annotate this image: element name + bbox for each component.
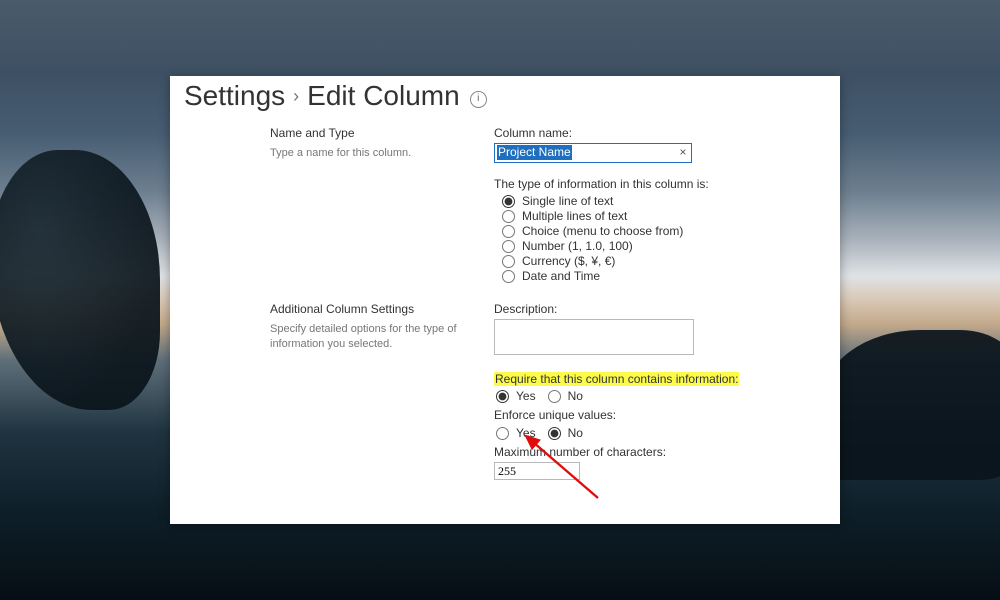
section-additional-settings: Additional Column Settings Specify detai… — [270, 302, 470, 480]
column-type-option[interactable]: Single line of text — [502, 194, 822, 208]
max-chars-input[interactable] — [494, 462, 580, 480]
clear-input-icon[interactable]: × — [676, 145, 690, 159]
info-icon[interactable]: i — [470, 91, 487, 108]
max-chars-label: Maximum number of characters: — [494, 445, 822, 459]
enforce-unique-label: Enforce unique values: — [494, 408, 822, 422]
column-type-option[interactable]: Number (1, 1.0, 100) — [502, 239, 822, 253]
page-title: Edit Column — [307, 82, 460, 110]
radio-label: Yes — [516, 389, 536, 403]
desktop-wallpaper: Settings › Edit Column i Name and Type T… — [0, 0, 1000, 600]
wallpaper-shape — [0, 150, 160, 410]
radio-label: Date and Time — [522, 269, 600, 283]
description-label: Description: — [494, 302, 822, 316]
section-name-and-type-fields: Column name: Project Name × The type of … — [494, 126, 822, 284]
column-type-radio-group: Single line of textMultiple lines of tex… — [502, 194, 822, 283]
radio-label: Currency ($, ¥, €) — [522, 254, 615, 268]
unique-no-radio[interactable]: No — [548, 426, 583, 440]
require-yes-radio[interactable]: Yes — [496, 389, 536, 403]
radio-label: Single line of text — [522, 194, 613, 208]
column-type-option[interactable]: Currency ($, ¥, €) — [502, 254, 822, 268]
column-type-option[interactable]: Multiple lines of text — [502, 209, 822, 223]
section-additional-settings-fields: Description: Require that this column co… — [494, 302, 822, 480]
section-title: Name and Type — [270, 126, 470, 140]
radio-label: No — [568, 426, 583, 440]
column-type-option[interactable]: Date and Time — [502, 269, 822, 283]
require-info-label: Require that this column contains inform… — [494, 372, 822, 386]
unique-yes-radio[interactable]: Yes — [496, 426, 536, 440]
edit-column-window: Settings › Edit Column i Name and Type T… — [170, 76, 840, 524]
section-help-text: Specify detailed options for the type of… — [270, 322, 470, 352]
section-help-text: Type a name for this column. — [270, 146, 470, 161]
radio-label: Number (1, 1.0, 100) — [522, 239, 633, 253]
require-no-radio[interactable]: No — [548, 389, 583, 403]
radio-label: Multiple lines of text — [522, 209, 627, 223]
section-title: Additional Column Settings — [270, 302, 470, 316]
section-name-and-type: Name and Type Type a name for this colum… — [270, 126, 470, 284]
column-name-label: Column name: — [494, 126, 822, 140]
column-name-input[interactable] — [494, 143, 692, 163]
breadcrumb: Settings › Edit Column i — [170, 76, 840, 122]
radio-label: Choice (menu to choose from) — [522, 224, 683, 238]
breadcrumb-separator-icon: › — [291, 87, 301, 105]
radio-label: Yes — [516, 426, 536, 440]
column-type-option[interactable]: Choice (menu to choose from) — [502, 224, 822, 238]
description-textarea[interactable] — [494, 319, 694, 355]
radio-label: No — [568, 389, 583, 403]
wallpaper-shape — [820, 330, 1000, 480]
breadcrumb-settings-link[interactable]: Settings — [184, 82, 285, 110]
type-info-label: The type of information in this column i… — [494, 177, 822, 191]
